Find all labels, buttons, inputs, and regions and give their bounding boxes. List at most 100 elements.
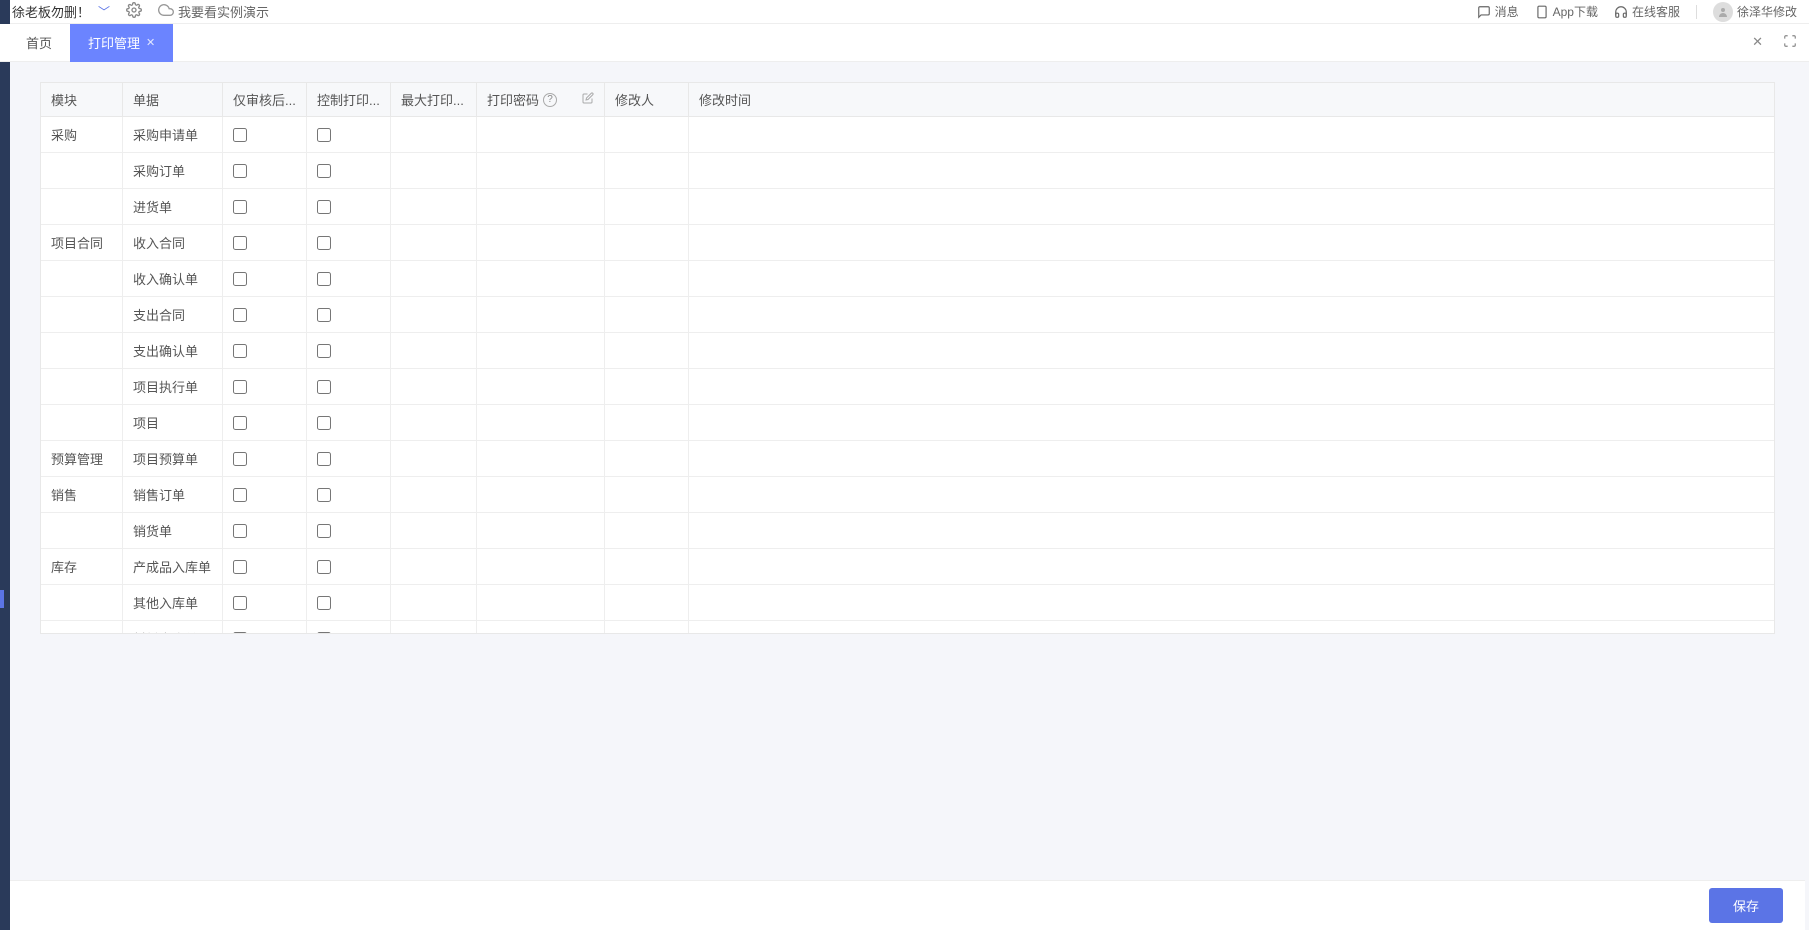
cell-pwd[interactable]: [477, 261, 605, 296]
audit-checkbox[interactable]: [233, 488, 247, 502]
cell-module: [41, 513, 123, 548]
cell-max[interactable]: [391, 225, 477, 260]
col-control-print: 控制打印...: [307, 83, 391, 116]
cell-pwd[interactable]: [477, 297, 605, 332]
cell-max[interactable]: [391, 117, 477, 152]
control-checkbox[interactable]: [317, 308, 331, 322]
cell-audit-check: [223, 189, 307, 224]
table-header: 模块 单据 仅审核后... 控制打印... 最大打印... 打印密码 ? 修改人…: [41, 83, 1774, 117]
control-checkbox[interactable]: [317, 164, 331, 178]
cell-control-check: [307, 189, 391, 224]
table-row: 材料出库单: [41, 621, 1774, 633]
control-checkbox[interactable]: [317, 596, 331, 610]
cell-user: [605, 621, 689, 633]
gear-icon[interactable]: [126, 2, 142, 21]
tab-print-management[interactable]: 打印管理 ✕: [70, 24, 173, 62]
cell-max[interactable]: [391, 297, 477, 332]
control-checkbox[interactable]: [317, 416, 331, 430]
cell-audit-check: [223, 585, 307, 620]
control-checkbox[interactable]: [317, 272, 331, 286]
cell-pwd[interactable]: [477, 405, 605, 440]
control-checkbox[interactable]: [317, 560, 331, 574]
cell-pwd[interactable]: [477, 585, 605, 620]
cell-audit-check: [223, 333, 307, 368]
cell-doc: 收入确认单: [123, 261, 223, 296]
cell-pwd[interactable]: [477, 477, 605, 512]
cell-doc: 项目执行单: [123, 369, 223, 404]
cell-time: [689, 369, 1774, 404]
control-checkbox[interactable]: [317, 488, 331, 502]
tab-home[interactable]: 首页: [8, 24, 70, 62]
control-checkbox[interactable]: [317, 236, 331, 250]
cell-pwd[interactable]: [477, 549, 605, 584]
cell-max[interactable]: [391, 189, 477, 224]
save-button[interactable]: 保存: [1709, 888, 1783, 923]
audit-checkbox[interactable]: [233, 560, 247, 574]
audit-checkbox[interactable]: [233, 236, 247, 250]
audit-checkbox[interactable]: [233, 380, 247, 394]
demo-link[interactable]: 我要看实例演示: [158, 2, 269, 21]
control-checkbox[interactable]: [317, 344, 331, 358]
control-checkbox[interactable]: [317, 452, 331, 466]
audit-checkbox[interactable]: [233, 452, 247, 466]
messages-link[interactable]: 消息: [1477, 3, 1519, 20]
col-max-print: 最大打印...: [391, 83, 477, 116]
cell-max[interactable]: [391, 621, 477, 633]
print-settings-table: 模块 单据 仅审核后... 控制打印... 最大打印... 打印密码 ? 修改人…: [40, 82, 1775, 634]
cell-max[interactable]: [391, 585, 477, 620]
cell-control-check: [307, 549, 391, 584]
audit-checkbox[interactable]: [233, 344, 247, 358]
cell-pwd[interactable]: [477, 333, 605, 368]
audit-checkbox[interactable]: [233, 524, 247, 538]
cell-pwd[interactable]: [477, 153, 605, 188]
cell-pwd[interactable]: [477, 225, 605, 260]
cell-time: [689, 261, 1774, 296]
audit-checkbox[interactable]: [233, 308, 247, 322]
company-selector[interactable]: 徐老板勿删！ ﹀: [12, 2, 110, 21]
cloud-icon: [158, 2, 174, 21]
cell-max[interactable]: [391, 477, 477, 512]
cell-pwd[interactable]: [477, 621, 605, 633]
audit-checkbox[interactable]: [233, 632, 247, 634]
audit-checkbox[interactable]: [233, 164, 247, 178]
cell-max[interactable]: [391, 333, 477, 368]
cell-audit-check: [223, 297, 307, 332]
cell-max[interactable]: [391, 441, 477, 476]
cell-max[interactable]: [391, 405, 477, 440]
user-menu[interactable]: 徐泽华修改: [1713, 2, 1797, 22]
message-icon: [1477, 5, 1491, 19]
cell-doc: 采购订单: [123, 153, 223, 188]
cell-pwd[interactable]: [477, 369, 605, 404]
close-icon[interactable]: ✕: [146, 36, 155, 49]
control-checkbox[interactable]: [317, 380, 331, 394]
audit-checkbox[interactable]: [233, 596, 247, 610]
control-checkbox[interactable]: [317, 200, 331, 214]
fullscreen-button[interactable]: [1779, 30, 1801, 55]
cell-pwd[interactable]: [477, 441, 605, 476]
app-download-link[interactable]: App下载: [1535, 3, 1598, 20]
cell-user: [605, 153, 689, 188]
audit-checkbox[interactable]: [233, 272, 247, 286]
edit-icon[interactable]: [582, 92, 594, 107]
help-icon[interactable]: ?: [543, 93, 557, 107]
audit-checkbox[interactable]: [233, 200, 247, 214]
cell-user: [605, 261, 689, 296]
close-all-button[interactable]: ✕: [1748, 30, 1767, 55]
control-checkbox[interactable]: [317, 632, 331, 634]
cell-max[interactable]: [391, 513, 477, 548]
cell-max[interactable]: [391, 369, 477, 404]
cell-module: 销售: [41, 477, 123, 512]
cell-doc: 材料出库单: [123, 621, 223, 633]
cell-max[interactable]: [391, 153, 477, 188]
cell-pwd[interactable]: [477, 189, 605, 224]
cell-pwd[interactable]: [477, 513, 605, 548]
cell-max[interactable]: [391, 549, 477, 584]
audit-checkbox[interactable]: [233, 128, 247, 142]
table-row: 支出合同: [41, 297, 1774, 333]
control-checkbox[interactable]: [317, 128, 331, 142]
customer-service-link[interactable]: 在线客服: [1614, 3, 1680, 20]
cell-max[interactable]: [391, 261, 477, 296]
cell-pwd[interactable]: [477, 117, 605, 152]
audit-checkbox[interactable]: [233, 416, 247, 430]
control-checkbox[interactable]: [317, 524, 331, 538]
